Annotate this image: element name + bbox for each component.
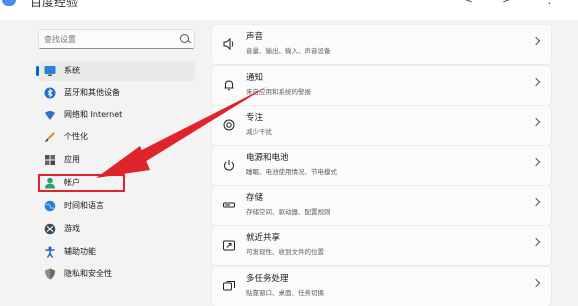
annotation-arrow [96, 86, 268, 178]
